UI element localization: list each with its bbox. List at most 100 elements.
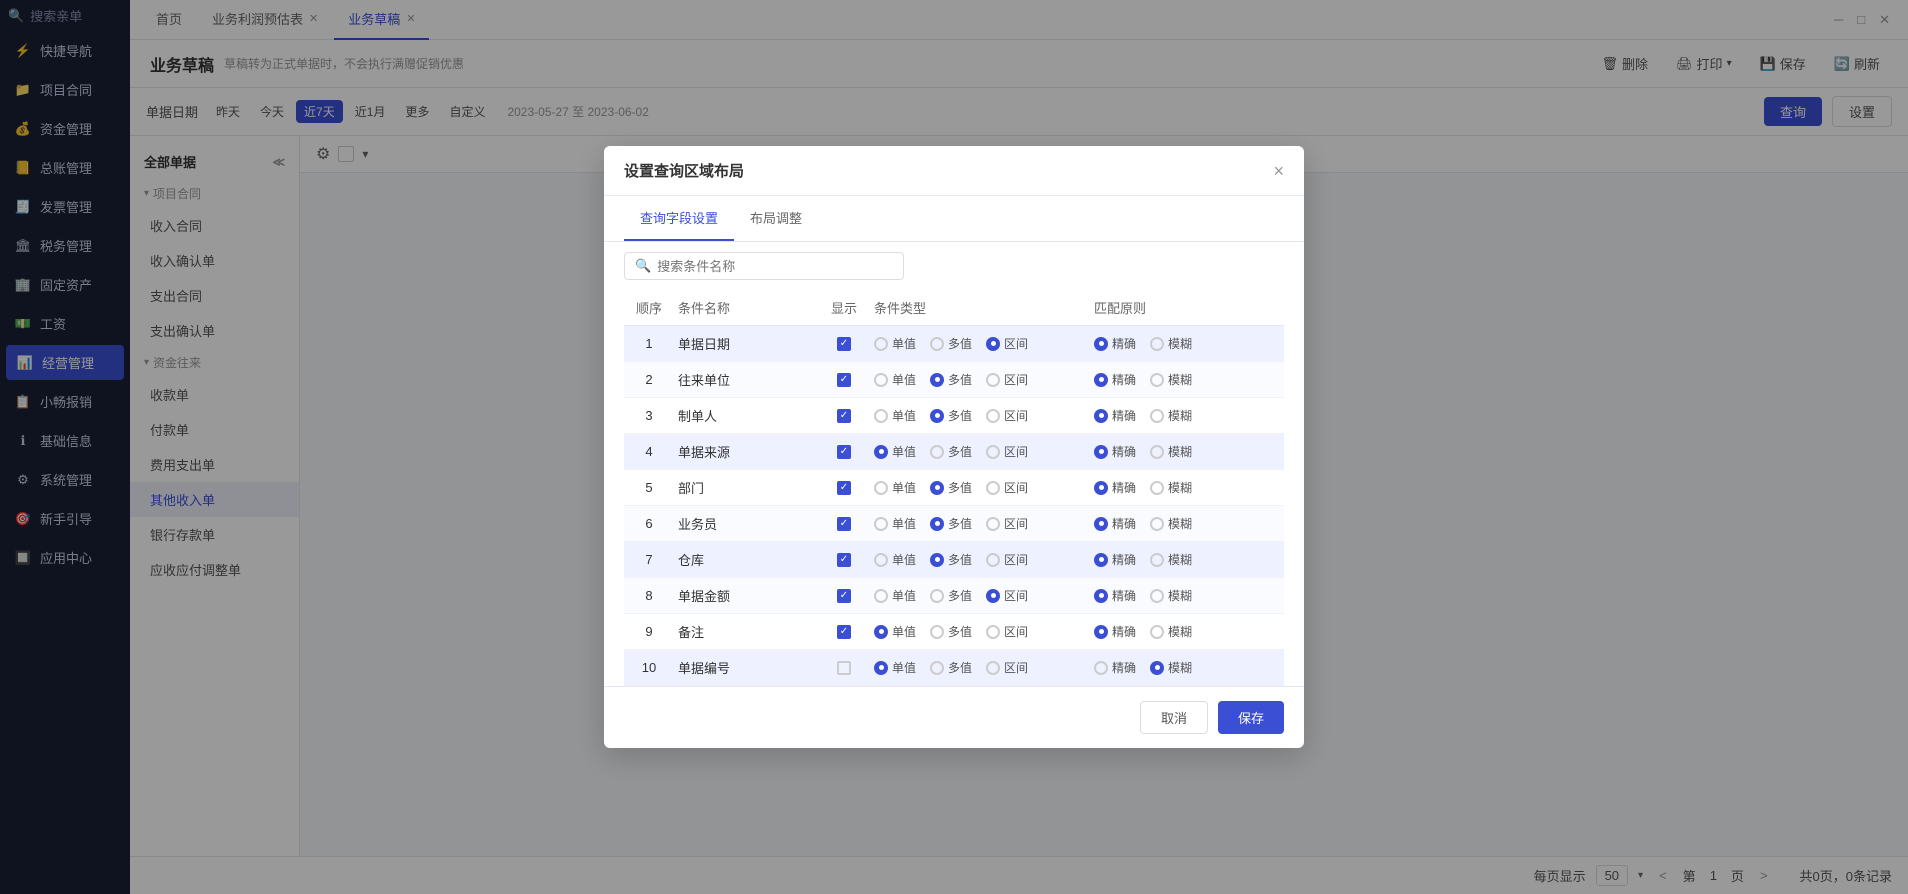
show-checkbox-1[interactable] [837, 337, 851, 351]
radio-4-type-0[interactable] [874, 445, 888, 459]
row-show[interactable] [814, 625, 874, 639]
radio-8-type-1[interactable] [930, 589, 944, 603]
type-radio-8-0[interactable]: 单值 [874, 587, 916, 604]
match-radio-5-1[interactable]: 模糊 [1150, 479, 1192, 496]
type-radio-5-0[interactable]: 单值 [874, 479, 916, 496]
modal-save-btn[interactable]: 保存 [1218, 701, 1284, 734]
radio-4-type-1[interactable] [930, 445, 944, 459]
match-radio-10-0[interactable]: 精确 [1094, 659, 1136, 676]
radio-7-type-0[interactable] [874, 553, 888, 567]
type-radio-3-0[interactable]: 单值 [874, 407, 916, 424]
row-show[interactable] [814, 661, 874, 675]
match-radio-4-1[interactable]: 模糊 [1150, 443, 1192, 460]
show-checkbox-5[interactable] [837, 481, 851, 495]
show-checkbox-8[interactable] [837, 589, 851, 603]
radio-3-match-1[interactable] [1150, 409, 1164, 423]
match-radio-1-0[interactable]: 精确 [1094, 335, 1136, 352]
radio-2-type-2[interactable] [986, 373, 1000, 387]
match-radio-3-1[interactable]: 模糊 [1150, 407, 1192, 424]
radio-7-match-1[interactable] [1150, 553, 1164, 567]
row-show[interactable] [814, 445, 874, 459]
radio-4-match-1[interactable] [1150, 445, 1164, 459]
radio-8-match-1[interactable] [1150, 589, 1164, 603]
type-radio-9-0[interactable]: 单值 [874, 623, 916, 640]
radio-1-type-2[interactable] [986, 337, 1000, 351]
radio-3-type-2[interactable] [986, 409, 1000, 423]
match-radio-7-0[interactable]: 精确 [1094, 551, 1136, 568]
radio-3-type-0[interactable] [874, 409, 888, 423]
radio-5-match-0[interactable] [1094, 481, 1108, 495]
type-radio-1-2[interactable]: 区间 [986, 335, 1028, 352]
radio-6-type-2[interactable] [986, 517, 1000, 531]
radio-1-type-1[interactable] [930, 337, 944, 351]
radio-9-type-1[interactable] [930, 625, 944, 639]
cancel-btn[interactable]: 取消 [1140, 701, 1208, 734]
show-checkbox-9[interactable] [837, 625, 851, 639]
condition-search-box[interactable]: 🔍 [624, 252, 904, 280]
match-radio-1-1[interactable]: 模糊 [1150, 335, 1192, 352]
radio-9-match-0[interactable] [1094, 625, 1108, 639]
type-radio-8-1[interactable]: 多值 [930, 587, 972, 604]
match-radio-10-1[interactable]: 模糊 [1150, 659, 1192, 676]
type-radio-6-1[interactable]: 多值 [930, 515, 972, 532]
radio-5-type-1[interactable] [930, 481, 944, 495]
radio-10-type-1[interactable] [930, 661, 944, 675]
type-radio-4-0[interactable]: 单值 [874, 443, 916, 460]
modal-close-btn[interactable]: × [1273, 162, 1284, 180]
row-show[interactable] [814, 517, 874, 531]
type-radio-5-1[interactable]: 多值 [930, 479, 972, 496]
show-checkbox-3[interactable] [837, 409, 851, 423]
type-radio-1-1[interactable]: 多值 [930, 335, 972, 352]
radio-3-type-1[interactable] [930, 409, 944, 423]
radio-2-match-0[interactable] [1094, 373, 1108, 387]
row-show[interactable] [814, 589, 874, 603]
tab-field-settings[interactable]: 查询字段设置 [624, 196, 734, 241]
type-radio-6-0[interactable]: 单值 [874, 515, 916, 532]
type-radio-7-0[interactable]: 单值 [874, 551, 916, 568]
type-radio-10-1[interactable]: 多值 [930, 659, 972, 676]
match-radio-7-1[interactable]: 模糊 [1150, 551, 1192, 568]
radio-10-type-2[interactable] [986, 661, 1000, 675]
type-radio-9-1[interactable]: 多值 [930, 623, 972, 640]
radio-8-type-2[interactable] [986, 589, 1000, 603]
radio-10-type-0[interactable] [874, 661, 888, 675]
type-radio-4-1[interactable]: 多值 [930, 443, 972, 460]
radio-1-match-0[interactable] [1094, 337, 1108, 351]
radio-4-type-2[interactable] [986, 445, 1000, 459]
row-show[interactable] [814, 373, 874, 387]
type-radio-2-0[interactable]: 单值 [874, 371, 916, 388]
radio-6-type-1[interactable] [930, 517, 944, 531]
show-checkbox-7[interactable] [837, 553, 851, 567]
match-radio-8-0[interactable]: 精确 [1094, 587, 1136, 604]
type-radio-8-2[interactable]: 区间 [986, 587, 1028, 604]
match-radio-6-0[interactable]: 精确 [1094, 515, 1136, 532]
row-show[interactable] [814, 553, 874, 567]
match-radio-6-1[interactable]: 模糊 [1150, 515, 1192, 532]
match-radio-9-0[interactable]: 精确 [1094, 623, 1136, 640]
show-checkbox-10[interactable] [837, 661, 851, 675]
row-show[interactable] [814, 337, 874, 351]
radio-2-type-1[interactable] [930, 373, 944, 387]
type-radio-2-2[interactable]: 区间 [986, 371, 1028, 388]
radio-2-match-1[interactable] [1150, 373, 1164, 387]
type-radio-3-2[interactable]: 区间 [986, 407, 1028, 424]
radio-7-type-2[interactable] [986, 553, 1000, 567]
match-radio-2-0[interactable]: 精确 [1094, 371, 1136, 388]
radio-9-type-2[interactable] [986, 625, 1000, 639]
radio-7-match-0[interactable] [1094, 553, 1108, 567]
radio-8-type-0[interactable] [874, 589, 888, 603]
radio-9-type-0[interactable] [874, 625, 888, 639]
radio-8-match-0[interactable] [1094, 589, 1108, 603]
radio-4-match-0[interactable] [1094, 445, 1108, 459]
type-radio-1-0[interactable]: 单值 [874, 335, 916, 352]
radio-6-type-0[interactable] [874, 517, 888, 531]
type-radio-10-2[interactable]: 区间 [986, 659, 1028, 676]
match-radio-4-0[interactable]: 精确 [1094, 443, 1136, 460]
match-radio-8-1[interactable]: 模糊 [1150, 587, 1192, 604]
radio-3-match-0[interactable] [1094, 409, 1108, 423]
radio-2-type-0[interactable] [874, 373, 888, 387]
radio-6-match-0[interactable] [1094, 517, 1108, 531]
type-radio-5-2[interactable]: 区间 [986, 479, 1028, 496]
radio-7-type-1[interactable] [930, 553, 944, 567]
radio-5-type-2[interactable] [986, 481, 1000, 495]
